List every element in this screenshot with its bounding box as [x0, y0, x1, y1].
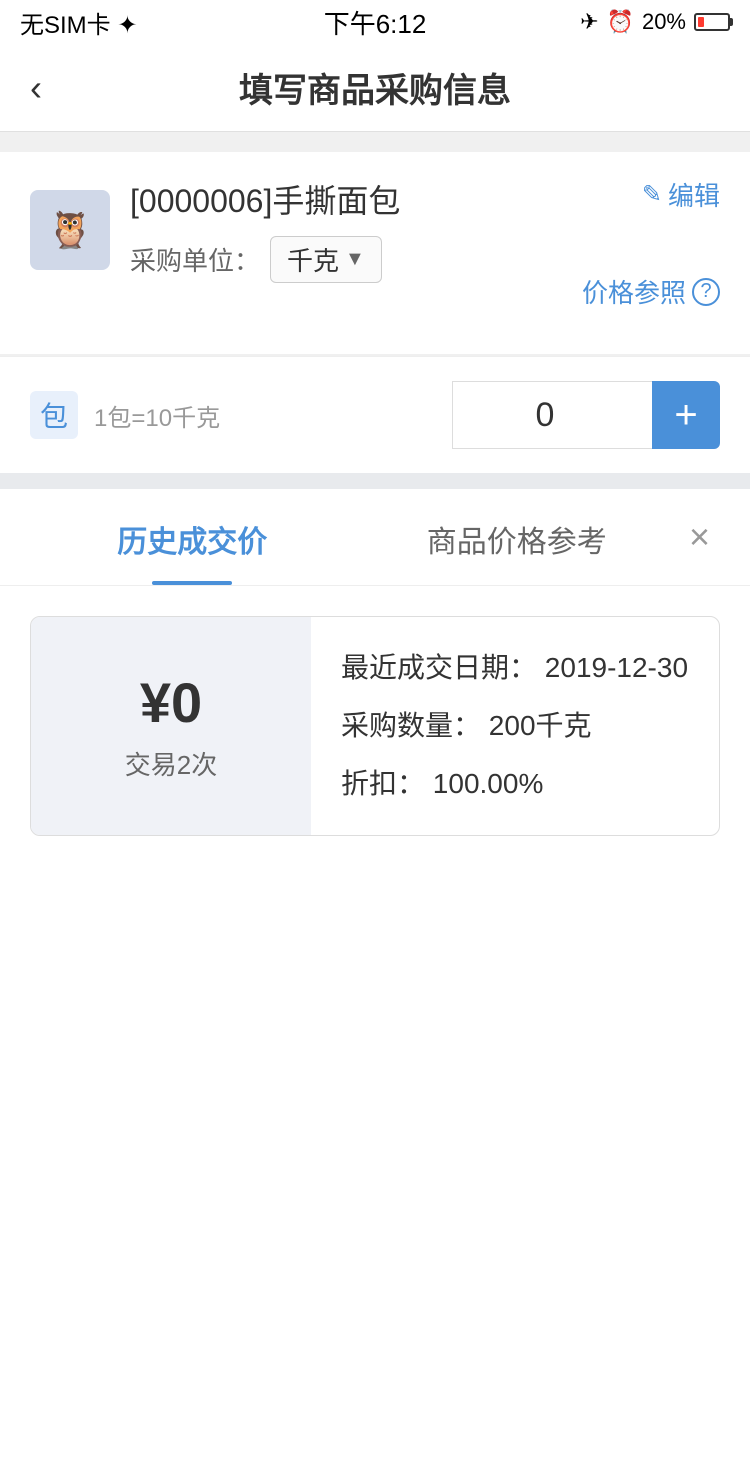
price-card-right: 最近成交日期： 2019-12-30 采购数量： 200千克 折扣： 100.0… — [311, 617, 719, 835]
product-name: [0000006]手撕面包 — [130, 176, 400, 222]
tab-history-price[interactable]: 历史成交价 — [30, 489, 354, 585]
battery-indicator — [694, 13, 730, 31]
product-logo: 🦉 — [48, 209, 93, 251]
tab-close-button[interactable]: × — [679, 509, 720, 565]
recent-date-value: 2019-12-30 — [545, 652, 688, 683]
alarm-icon: ⏰ — [607, 9, 634, 35]
pkg-conversion: 1包=10千克 — [94, 398, 220, 433]
purchase-qty-label: 采购数量： — [341, 710, 481, 741]
battery-percent: 20% — [642, 9, 686, 35]
discount-label: 折扣： — [341, 768, 425, 799]
pkg-icon: 包 — [30, 391, 78, 439]
recent-date-label: 最近成交日期： — [341, 652, 537, 683]
quantity-input-group: + — [452, 381, 720, 449]
price-transactions: 交易2次 — [125, 745, 217, 782]
price-ref-button[interactable]: 价格参照 ? — [582, 273, 720, 310]
tabs-row: 历史成交价 商品价格参考 × — [0, 489, 750, 586]
plus-button[interactable]: + — [652, 381, 720, 449]
product-left: 🦉 [0000006]手撕面包 采购单位： 千克 ▼ — [30, 176, 400, 283]
purchase-qty-value: 200千克 — [489, 710, 592, 741]
location-icon: ✈ — [580, 9, 598, 35]
dropdown-arrow-icon: ▼ — [345, 248, 365, 271]
product-unit-row: 采购单位： 千克 ▼ — [130, 236, 400, 283]
unit-label: 采购单位： — [130, 241, 260, 278]
quantity-row: 包 1包=10千克 + — [0, 357, 750, 473]
quantity-section: 包 1包=10千克 + — [0, 356, 750, 473]
status-left: 无SIM卡 ✦ — [20, 5, 137, 40]
white-area — [0, 866, 750, 1466]
price-card-left: ¥0 交易2次 — [31, 617, 311, 835]
discount-row: 折扣： 100.00% — [341, 763, 689, 805]
status-time: 下午6:12 — [324, 4, 427, 41]
edit-icon: ✎ — [642, 180, 662, 209]
gray-separator — [0, 473, 750, 489]
edit-button[interactable]: ✎ 编辑 — [642, 176, 720, 213]
back-button[interactable]: ‹ — [30, 57, 52, 119]
discount-value: 100.00% — [433, 768, 544, 799]
carrier-text: 无SIM卡 ✦ — [20, 5, 137, 40]
quantity-label-group: 包 1包=10千克 — [30, 391, 452, 439]
status-right: ✈ ⏰ 20% — [580, 9, 730, 35]
unit-value: 千克 — [287, 241, 339, 278]
price-card: ¥0 交易2次 最近成交日期： 2019-12-30 采购数量： 200千克 折… — [30, 616, 720, 836]
price-ref-label: 价格参照 — [582, 273, 686, 310]
product-header: 🦉 [0000006]手撕面包 采购单位： 千克 ▼ ✎ 编辑 价格参照 — [30, 176, 720, 310]
product-info: [0000006]手撕面包 采购单位： 千克 ▼ — [130, 176, 400, 283]
price-amount: ¥0 — [140, 670, 202, 735]
tab2-label: 商品价格参考 — [427, 526, 607, 559]
tab-price-ref[interactable]: 商品价格参考 — [354, 489, 678, 585]
tab-section: 历史成交价 商品价格参考 × ¥0 交易2次 最近成交日期： 2019-12-3… — [0, 489, 750, 866]
edit-label: 编辑 — [668, 176, 720, 213]
recent-date-row: 最近成交日期： 2019-12-30 — [341, 647, 689, 689]
quantity-input[interactable] — [452, 381, 652, 449]
tab-content: ¥0 交易2次 最近成交日期： 2019-12-30 采购数量： 200千克 折… — [0, 586, 750, 866]
purchase-qty-row: 采购数量： 200千克 — [341, 705, 689, 747]
price-ref-icon: ? — [692, 278, 720, 306]
page-title: 填写商品采购信息 — [239, 63, 511, 112]
product-image: 🦉 — [30, 190, 110, 270]
product-card: 🦉 [0000006]手撕面包 采购单位： 千克 ▼ ✎ 编辑 价格参照 — [0, 152, 750, 354]
unit-dropdown[interactable]: 千克 ▼ — [270, 236, 382, 283]
nav-bar: ‹ 填写商品采购信息 — [0, 44, 750, 132]
tab1-label: 历史成交价 — [117, 526, 267, 559]
status-bar: 无SIM卡 ✦ 下午6:12 ✈ ⏰ 20% — [0, 0, 750, 44]
